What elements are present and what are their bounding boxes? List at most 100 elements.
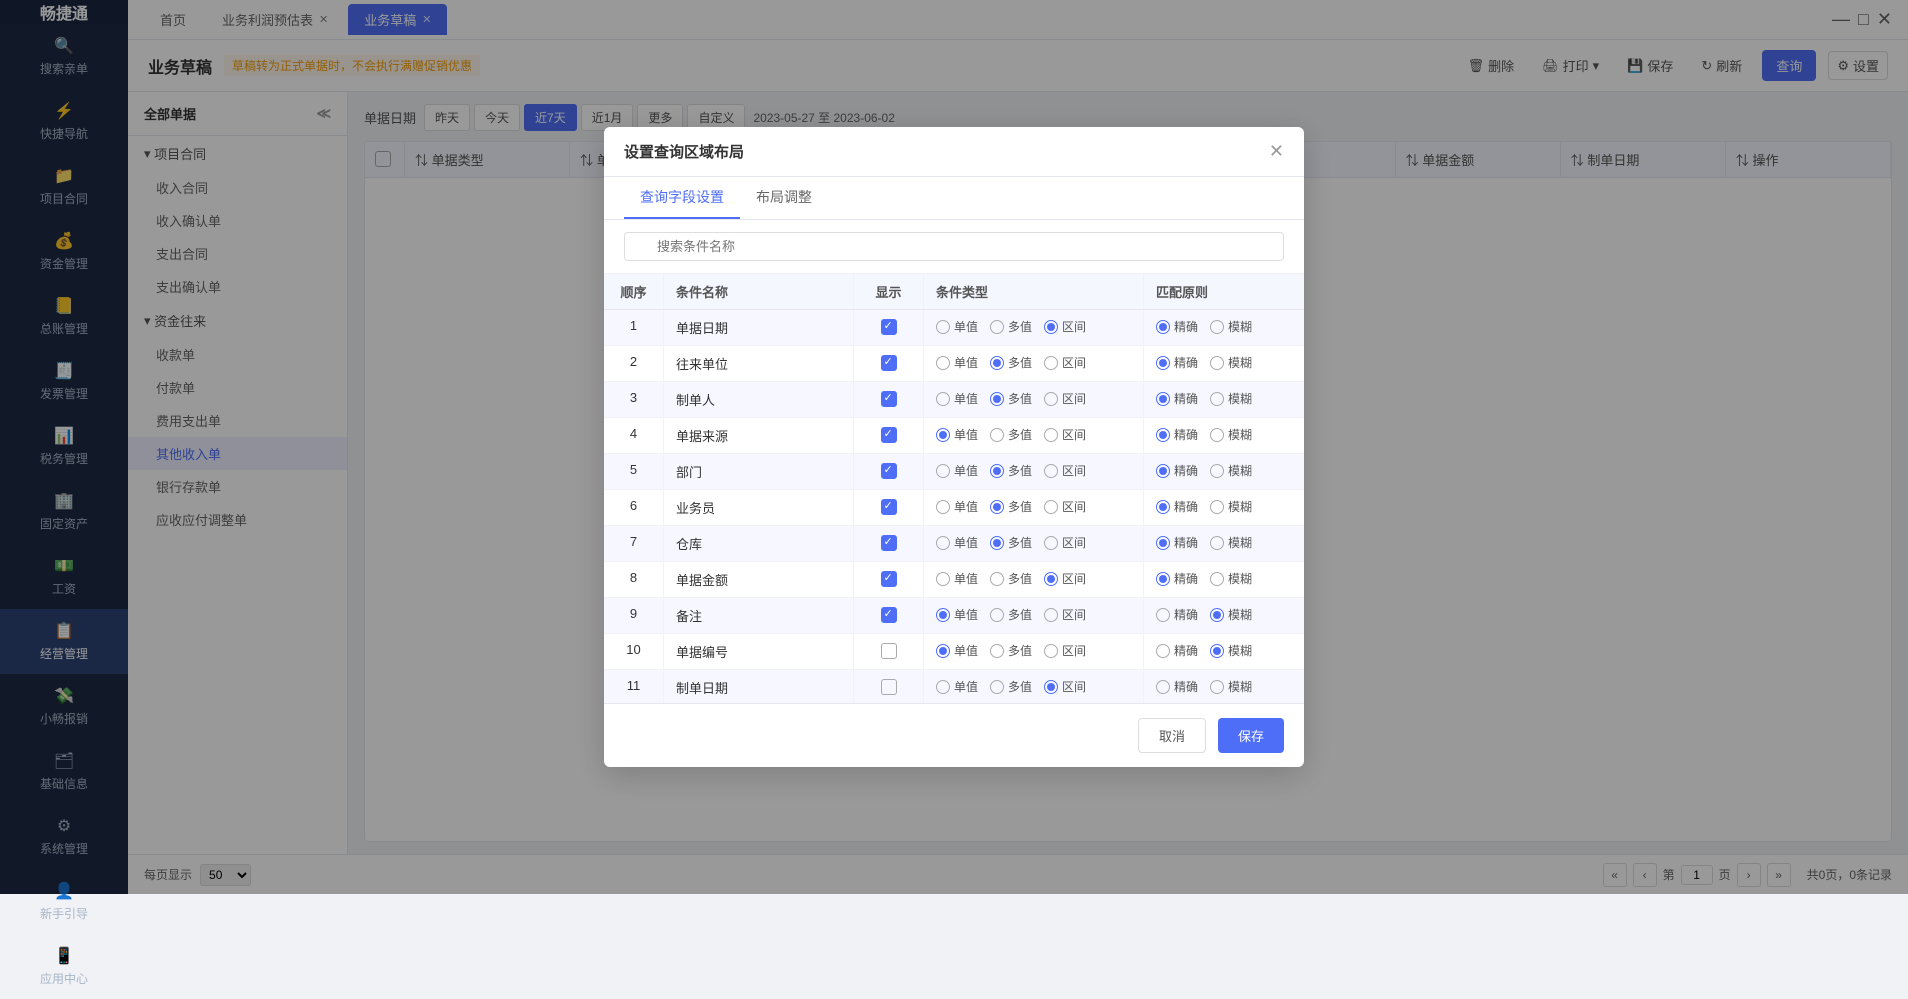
row-seq-1: 2 xyxy=(604,346,664,381)
row-name-6: 仓库 xyxy=(664,526,854,561)
radio-exact-1[interactable]: 精确 xyxy=(1156,354,1198,371)
radio-single-10[interactable]: 单值 xyxy=(936,678,978,695)
radio-exact-4[interactable]: 精确 xyxy=(1156,462,1198,479)
cancel-button[interactable]: 取消 xyxy=(1138,718,1206,753)
dialog-search-input[interactable] xyxy=(624,232,1284,261)
radio-single-7[interactable]: 单值 xyxy=(936,570,978,587)
row-name-5: 业务员 xyxy=(664,490,854,525)
dialog-title: 设置查询区域布局 xyxy=(624,141,744,162)
radio-fuzzy-1[interactable]: 模糊 xyxy=(1210,354,1252,371)
radio-exact-7[interactable]: 精确 xyxy=(1156,570,1198,587)
col-type-header: 条件类型 xyxy=(924,274,1144,309)
radio-multi-circle-5 xyxy=(990,500,1004,514)
radio-multi-5[interactable]: 多值 xyxy=(990,498,1032,515)
show-checkbox-0[interactable] xyxy=(881,319,897,335)
radio-exact-9[interactable]: 精确 xyxy=(1156,642,1198,659)
radio-multi-8[interactable]: 多值 xyxy=(990,606,1032,623)
show-checkbox-5[interactable] xyxy=(881,499,897,515)
radio-single-0[interactable]: 单值 xyxy=(936,318,978,335)
radio-exact-0[interactable]: 精确 xyxy=(1156,318,1198,335)
dialog-table: 顺序 条件名称 显示 条件类型 匹配原则 1单据日期 单值 多值 区间 xyxy=(604,274,1304,703)
radio-single-8[interactable]: 单值 xyxy=(936,606,978,623)
radio-single-5[interactable]: 单值 xyxy=(936,498,978,515)
radio-fuzzy-circle-9 xyxy=(1210,644,1224,658)
radio-fuzzy-7[interactable]: 模糊 xyxy=(1210,570,1252,587)
radio-range-3[interactable]: 区间 xyxy=(1044,426,1086,443)
radio-exact-5[interactable]: 精确 xyxy=(1156,498,1198,515)
row-name-9: 单据编号 xyxy=(664,634,854,669)
radio-single-9[interactable]: 单值 xyxy=(936,642,978,659)
radio-single-1[interactable]: 单值 xyxy=(936,354,978,371)
radio-fuzzy-0[interactable]: 模糊 xyxy=(1210,318,1252,335)
show-checkbox-2[interactable] xyxy=(881,391,897,407)
col-name-header: 条件名称 xyxy=(664,274,854,309)
radio-exact-circle-8 xyxy=(1156,608,1170,622)
radio-range-9[interactable]: 区间 xyxy=(1044,642,1086,659)
radio-range-4[interactable]: 区间 xyxy=(1044,462,1086,479)
table-row: 3制单人 单值 多值 区间 精确 模糊 xyxy=(604,382,1304,418)
radio-fuzzy-8[interactable]: 模糊 xyxy=(1210,606,1252,623)
radio-fuzzy-3[interactable]: 模糊 xyxy=(1210,426,1252,443)
sidebar-item-label-guide: 新手引导 xyxy=(40,905,88,922)
radio-multi-10[interactable]: 多值 xyxy=(990,678,1032,695)
radio-fuzzy-9[interactable]: 模糊 xyxy=(1210,642,1252,659)
radio-exact-3[interactable]: 精确 xyxy=(1156,426,1198,443)
show-checkbox-8[interactable] xyxy=(881,607,897,623)
radio-exact-6[interactable]: 精确 xyxy=(1156,534,1198,551)
radio-exact-circle-9 xyxy=(1156,644,1170,658)
radio-exact-8[interactable]: 精确 xyxy=(1156,606,1198,623)
radio-exact-2[interactable]: 精确 xyxy=(1156,390,1198,407)
row-name-3: 单据来源 xyxy=(664,418,854,453)
radio-fuzzy-10[interactable]: 模糊 xyxy=(1210,678,1252,695)
show-checkbox-4[interactable] xyxy=(881,463,897,479)
radio-fuzzy-4[interactable]: 模糊 xyxy=(1210,462,1252,479)
radio-range-5[interactable]: 区间 xyxy=(1044,498,1086,515)
row-match-6: 精确 模糊 xyxy=(1144,526,1304,561)
radio-multi-0[interactable]: 多值 xyxy=(990,318,1032,335)
radio-range-circle-0 xyxy=(1044,320,1058,334)
radio-multi-1[interactable]: 多值 xyxy=(990,354,1032,371)
radio-range-10[interactable]: 区间 xyxy=(1044,678,1086,695)
dialog-close-icon[interactable]: ✕ xyxy=(1269,141,1284,162)
row-seq-5: 6 xyxy=(604,490,664,525)
row-show-4 xyxy=(854,454,924,489)
radio-fuzzy-2[interactable]: 模糊 xyxy=(1210,390,1252,407)
radio-multi-circle-2 xyxy=(990,392,1004,406)
dialog-tab-layout_adjust[interactable]: 布局调整 xyxy=(740,177,828,219)
row-type-4: 单值 多值 区间 xyxy=(924,454,1144,489)
show-checkbox-10[interactable] xyxy=(881,679,897,695)
show-checkbox-3[interactable] xyxy=(881,427,897,443)
radio-fuzzy-circle-0 xyxy=(1210,320,1224,334)
radio-range-1[interactable]: 区间 xyxy=(1044,354,1086,371)
radio-single-3[interactable]: 单值 xyxy=(936,426,978,443)
radio-single-4[interactable]: 单值 xyxy=(936,462,978,479)
radio-range-7[interactable]: 区间 xyxy=(1044,570,1086,587)
radio-range-circle-5 xyxy=(1044,500,1058,514)
radio-fuzzy-6[interactable]: 模糊 xyxy=(1210,534,1252,551)
radio-range-8[interactable]: 区间 xyxy=(1044,606,1086,623)
radio-multi-4[interactable]: 多值 xyxy=(990,462,1032,479)
radio-multi-9[interactable]: 多值 xyxy=(990,642,1032,659)
radio-multi-6[interactable]: 多值 xyxy=(990,534,1032,551)
dialog-tab-field_settings[interactable]: 查询字段设置 xyxy=(624,177,740,219)
show-checkbox-6[interactable] xyxy=(881,535,897,551)
radio-fuzzy-5[interactable]: 模糊 xyxy=(1210,498,1252,515)
radio-single-6[interactable]: 单值 xyxy=(936,534,978,551)
row-seq-3: 4 xyxy=(604,418,664,453)
row-type-8: 单值 多值 区间 xyxy=(924,598,1144,633)
save-confirm-button[interactable]: 保存 xyxy=(1218,718,1284,753)
show-checkbox-7[interactable] xyxy=(881,571,897,587)
radio-single-circle-1 xyxy=(936,356,950,370)
radio-range-0[interactable]: 区间 xyxy=(1044,318,1086,335)
radio-multi-7[interactable]: 多值 xyxy=(990,570,1032,587)
show-checkbox-1[interactable] xyxy=(881,355,897,371)
radio-multi-3[interactable]: 多值 xyxy=(990,426,1032,443)
show-checkbox-9[interactable] xyxy=(881,643,897,659)
radio-exact-circle-1 xyxy=(1156,356,1170,370)
radio-exact-10[interactable]: 精确 xyxy=(1156,678,1198,695)
sidebar-item-app[interactable]: 📱应用中心 xyxy=(0,934,128,999)
radio-range-6[interactable]: 区间 xyxy=(1044,534,1086,551)
radio-range-2[interactable]: 区间 xyxy=(1044,390,1086,407)
radio-multi-2[interactable]: 多值 xyxy=(990,390,1032,407)
radio-single-2[interactable]: 单值 xyxy=(936,390,978,407)
